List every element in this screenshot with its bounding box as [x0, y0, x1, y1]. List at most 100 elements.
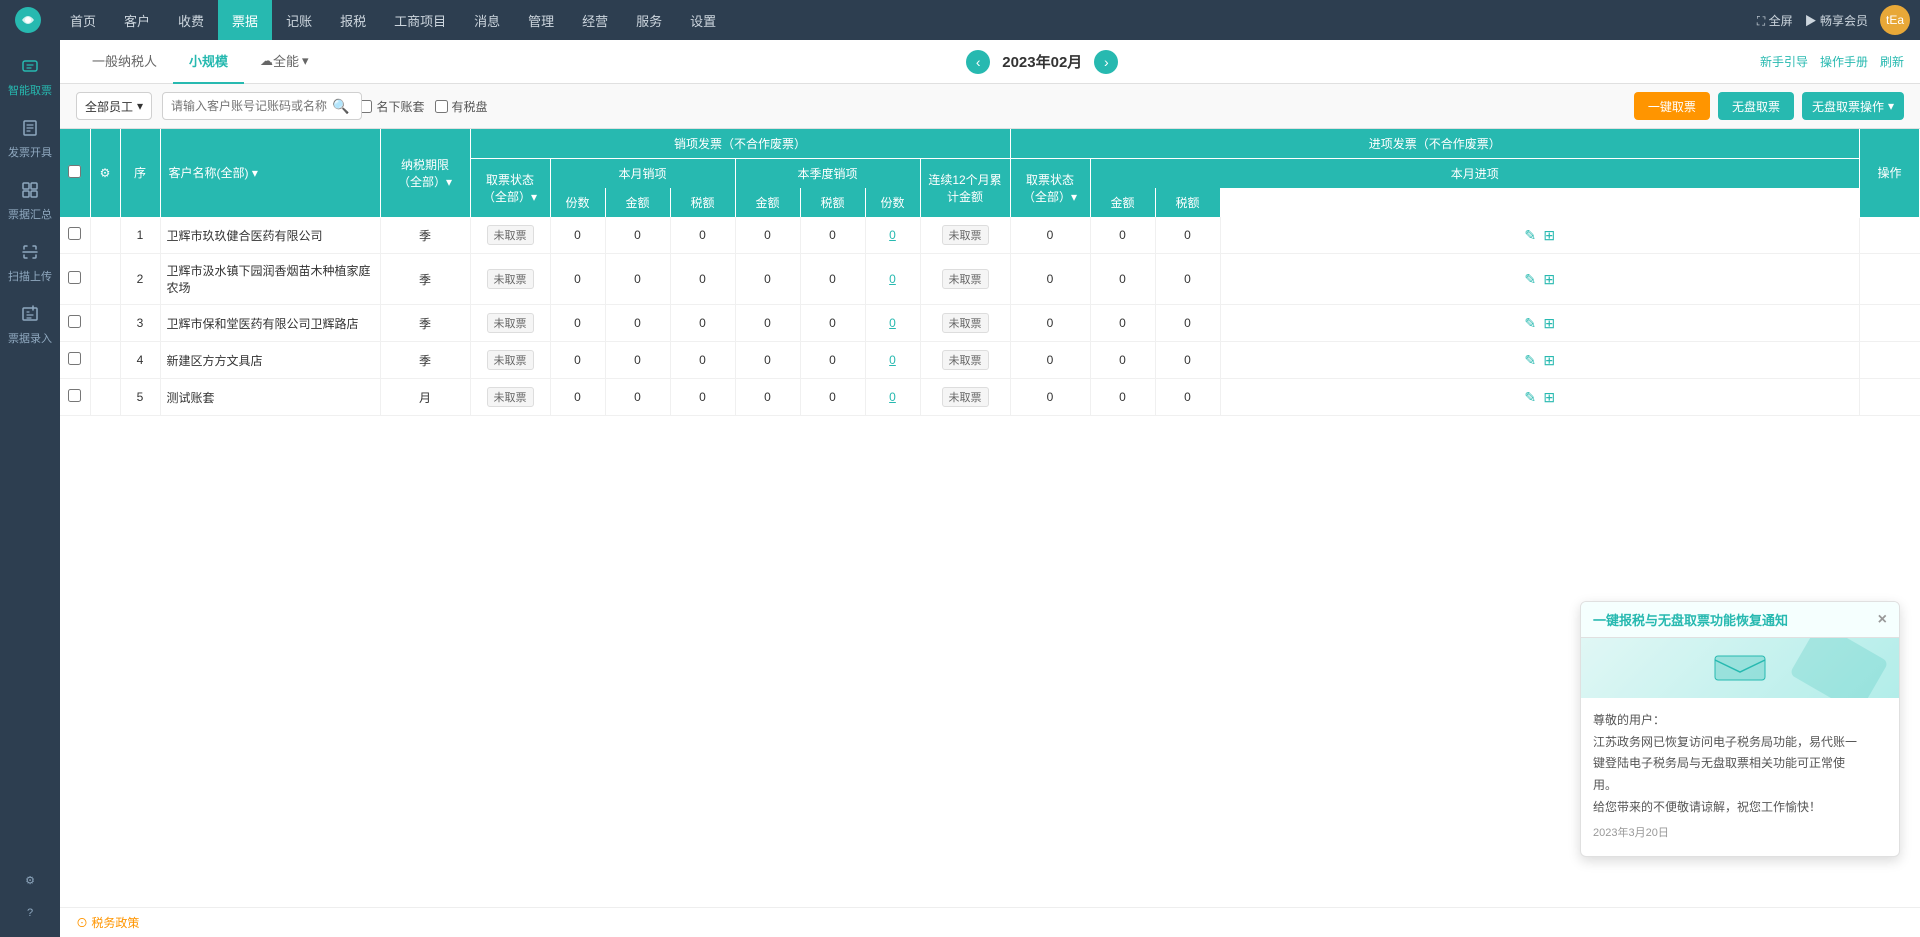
edit-icon[interactable]: ✎ — [1522, 389, 1538, 405]
row-checkbox[interactable] — [60, 254, 90, 305]
gear-icon[interactable]: ⚙ — [100, 166, 111, 180]
one-key-ticket-btn[interactable]: 一键取票 — [1634, 92, 1710, 120]
filter-icon[interactable]: ▾ — [252, 166, 258, 180]
row-purchase-month-count: 0 — [1010, 379, 1090, 416]
nav-operation[interactable]: 经营 — [568, 0, 622, 40]
nav-invoice[interactable]: 票据 — [218, 0, 272, 40]
no-disk-ticket-btn[interactable]: 无盘取票 — [1718, 92, 1794, 120]
row-purchase-month-count: 0 — [1010, 217, 1090, 254]
row-sales-month-amount: 0 — [605, 305, 670, 342]
summary-icon — [20, 180, 40, 203]
no-disk-operation-btn[interactable]: 无盘取票操作 ▾ — [1802, 92, 1904, 120]
row-purchase-month-tax: 0 — [1155, 379, 1220, 416]
row-tax-period: 月 — [380, 379, 470, 416]
row-sales-status: 未取票 — [470, 254, 550, 305]
detail-icon[interactable]: ⊞ — [1541, 227, 1557, 243]
row-purchase-month-amount: 0 — [1090, 217, 1155, 254]
filter-icon[interactable]: ▾ — [531, 190, 537, 204]
detail-icon[interactable]: ⊞ — [1541, 389, 1557, 405]
row-sales-status: 未取票 — [470, 217, 550, 254]
member-btn[interactable]: ▶ 畅享会员 — [1805, 12, 1868, 29]
filter-icon[interactable]: ▾ — [1071, 190, 1077, 204]
sidebar-item-entry[interactable]: 票据录入 — [2, 296, 58, 354]
cloud-icon: ☁ — [260, 53, 273, 69]
nav-business[interactable]: 工商项目 — [380, 0, 460, 40]
row-actions: ✎ ⊞ — [1220, 254, 1860, 305]
tab-small-scale[interactable]: 小规模 — [173, 40, 244, 84]
tab-all[interactable]: ☁ 全能 ▾ — [244, 40, 325, 84]
row-sales-month-count: 0 — [550, 217, 605, 254]
row-checkbox[interactable] — [60, 217, 90, 254]
filter-icon[interactable]: ▾ — [446, 175, 452, 189]
toolbar-right: 一键取票 无盘取票 无盘取票操作 ▾ — [1634, 92, 1904, 120]
filter-has-disk[interactable]: 有税盘 — [435, 98, 488, 115]
edit-icon[interactable]: ✎ — [1522, 227, 1538, 243]
edit-icon[interactable]: ✎ — [1522, 352, 1538, 368]
th-sales-quarter: 本季度销项 — [735, 159, 920, 189]
th-purchase-month-tax: 税额 — [1155, 188, 1220, 217]
edit-icon[interactable]: ✎ — [1522, 315, 1538, 331]
th-purchase-status: 取票状态（全部）▾ — [1010, 159, 1090, 218]
notification-close-btn[interactable]: × — [1878, 611, 1887, 629]
user-avatar[interactable]: tEa — [1880, 5, 1910, 35]
nav-fee[interactable]: 收费 — [164, 0, 218, 40]
detail-icon[interactable]: ⊞ — [1541, 271, 1557, 287]
row-purchase-month-amount: 0 — [1090, 379, 1155, 416]
row-sales-month-amount: 0 — [605, 217, 670, 254]
select-all-checkbox[interactable] — [68, 165, 81, 178]
top-nav: 首页 客户 收费 票据 记账 报税 工商项目 消息 管理 经营 服务 设置 ⛶ … — [0, 0, 1920, 40]
filter-own-account[interactable]: 名下账套 — [359, 98, 424, 115]
tab-general-taxpayer[interactable]: 一般纳税人 — [76, 40, 173, 84]
row-sales-quarter-amount: 0 — [735, 379, 800, 416]
fullscreen-btn[interactable]: ⛶ 全屏 — [1757, 12, 1793, 29]
nav-message[interactable]: 消息 — [460, 0, 514, 40]
has-disk-checkbox[interactable] — [435, 100, 448, 113]
row-purchase-status: 未取票 — [920, 379, 1010, 416]
nav-tax[interactable]: 报税 — [326, 0, 380, 40]
tab-label: 全能 — [273, 51, 299, 70]
row-checkbox[interactable] — [60, 305, 90, 342]
sidebar-item-settings[interactable]: ⚙ — [2, 866, 58, 895]
tax-policy-link[interactable]: ⊙ 税务政策 — [76, 914, 139, 931]
row-purchase-status: 未取票 — [920, 305, 1010, 342]
sidebar-item-summary[interactable]: 票据汇总 — [2, 172, 58, 230]
search-button[interactable]: 🔍 — [332, 98, 349, 115]
row-sales-month-amount: 0 — [605, 342, 670, 379]
row-purchase-month-count: 0 — [1010, 342, 1090, 379]
row-index: 3 — [120, 305, 160, 342]
sidebar-item-help[interactable]: ? — [2, 899, 58, 927]
current-date: 2023年02月 — [1002, 51, 1082, 72]
detail-icon[interactable]: ⊞ — [1541, 315, 1557, 331]
nav-customer[interactable]: 客户 — [110, 0, 164, 40]
row-purchase-month-amount: 0 — [1090, 342, 1155, 379]
btn-label: 无盘取票操作 — [1812, 98, 1884, 115]
sidebar-item-issue-invoice[interactable]: 发票开具 — [2, 110, 58, 168]
row-sales-quarter-amount: 0 — [735, 305, 800, 342]
manual-btn[interactable]: 操作手册 — [1820, 53, 1868, 70]
row-purchase-month-tax: 0 — [1155, 217, 1220, 254]
prev-month-btn[interactable]: ‹ — [966, 50, 990, 74]
row-checkbox[interactable] — [60, 342, 90, 379]
detail-icon[interactable]: ⊞ — [1541, 352, 1557, 368]
row-customer: 卫辉市汲水镇下园润香烟苗木种植家庭农场 — [160, 254, 380, 305]
employee-select[interactable]: 全部员工 ▾ — [76, 92, 152, 120]
th-sales-month: 本月销项 — [550, 159, 735, 189]
row-index: 2 — [120, 254, 160, 305]
th-sales-quarter-amount: 金额 — [735, 188, 800, 217]
nav-management[interactable]: 管理 — [514, 0, 568, 40]
nav-home[interactable]: 首页 — [56, 0, 110, 40]
nav-service[interactable]: 服务 — [622, 0, 676, 40]
row-settings — [90, 379, 120, 416]
row-sales-12month: 0 — [865, 217, 920, 254]
nav-settings[interactable]: 设置 — [676, 0, 730, 40]
nav-accounting[interactable]: 记账 — [272, 0, 326, 40]
refresh-btn[interactable]: 刷新 — [1880, 53, 1904, 70]
row-checkbox[interactable] — [60, 379, 90, 416]
next-month-btn[interactable]: › — [1094, 50, 1118, 74]
sidebar-item-smart-ticket[interactable]: 智能取票 — [2, 48, 58, 106]
sidebar-item-scan[interactable]: 扫描上传 — [2, 234, 58, 292]
notification-line2: 键登陆电子税务局与无盘取票相关功能可正常使 — [1593, 753, 1887, 775]
employee-select-label: 全部员工 — [85, 98, 133, 115]
new-guide-btn[interactable]: 新手引导 — [1760, 53, 1808, 70]
edit-icon[interactable]: ✎ — [1522, 271, 1538, 287]
